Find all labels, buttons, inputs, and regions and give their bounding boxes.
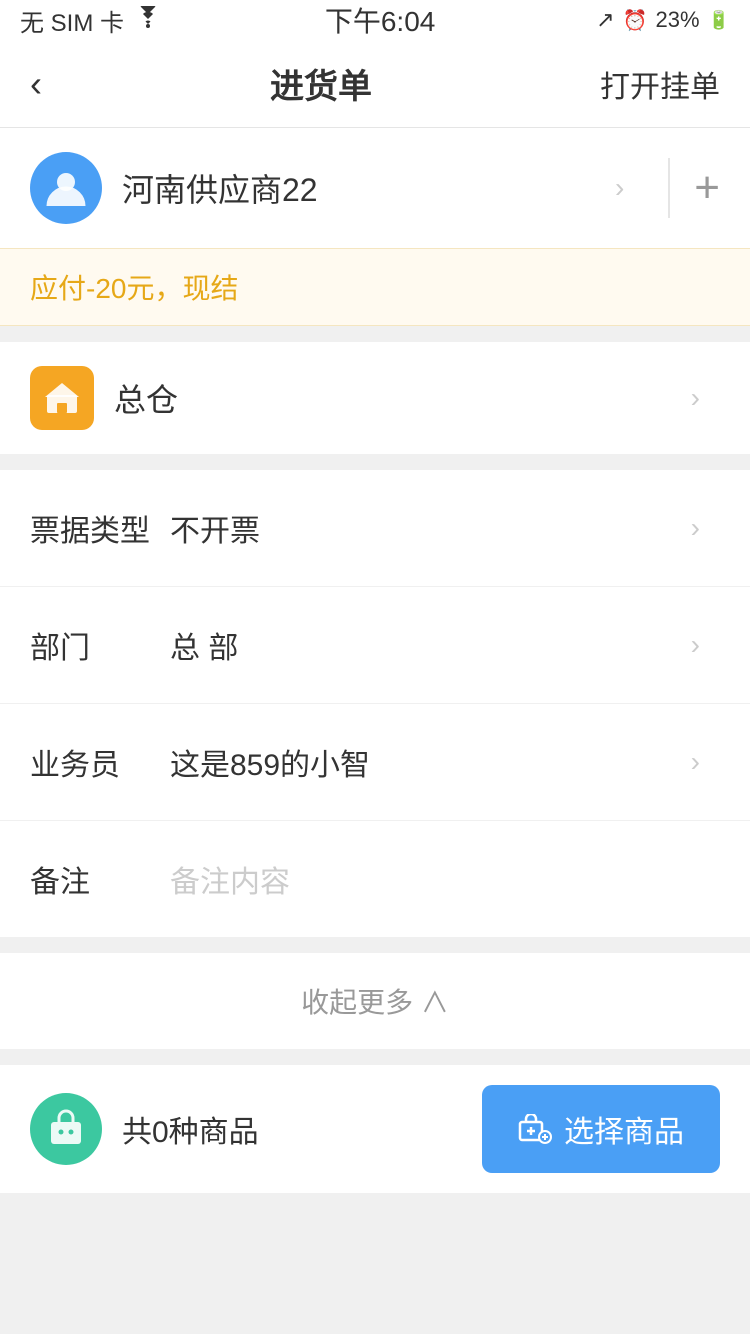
status-time: 下午6:04 bbox=[325, 0, 436, 40]
back-button[interactable]: ‹ bbox=[30, 63, 42, 105]
department-row[interactable]: 部门 总 部 › bbox=[0, 587, 750, 704]
battery-label: 23% bbox=[656, 7, 700, 33]
bottom-bar: 共0种商品 选择商品 bbox=[0, 1065, 750, 1193]
supplier-row[interactable]: 河南供应商22 › + bbox=[0, 128, 750, 248]
supplier-section: 河南供应商22 › + 应付-20元，现结 bbox=[0, 128, 750, 326]
invoice-type-row[interactable]: 票据类型 不开票 › bbox=[0, 470, 750, 587]
invoice-type-chevron-icon: › bbox=[691, 512, 700, 544]
warehouse-icon bbox=[30, 366, 94, 430]
add-supplier-button[interactable]: + bbox=[694, 166, 720, 210]
status-carrier: 无 SIM 卡 bbox=[20, 3, 164, 38]
supplier-avatar bbox=[30, 152, 102, 224]
status-bar: 无 SIM 卡 下午6:04 ↗ ⏰ 23% 🔋 bbox=[0, 0, 750, 40]
warehouse-chevron-icon: › bbox=[691, 382, 700, 414]
nav-bar: ‹ 进货单 打开挂单 bbox=[0, 40, 750, 128]
warehouse-section: 总仓 › bbox=[0, 342, 750, 454]
product-count-icon bbox=[30, 1093, 102, 1165]
invoice-type-label: 票据类型 bbox=[30, 506, 170, 550]
select-product-button[interactable]: 选择商品 bbox=[482, 1085, 720, 1173]
invoice-type-value: 不开票 bbox=[170, 506, 691, 550]
wifi-icon bbox=[132, 6, 164, 35]
department-chevron-icon: › bbox=[691, 629, 700, 661]
page-title: 进货单 bbox=[270, 59, 372, 108]
remark-label: 备注 bbox=[30, 857, 170, 901]
department-label: 部门 bbox=[30, 623, 170, 667]
form-section: 票据类型 不开票 › 部门 总 部 › 业务员 这是859的小智 › 备注 备注… bbox=[0, 470, 750, 937]
warehouse-row[interactable]: 总仓 › bbox=[0, 342, 750, 454]
product-count-label: 共0种商品 bbox=[122, 1107, 462, 1151]
location-icon: ↗ bbox=[596, 7, 614, 33]
department-value: 总 部 bbox=[170, 623, 691, 667]
divider bbox=[668, 158, 670, 218]
alarm-icon: ⏰ bbox=[623, 8, 648, 33]
warehouse-name: 总仓 bbox=[114, 375, 691, 421]
remark-input[interactable]: 备注内容 bbox=[170, 857, 720, 901]
salesperson-row[interactable]: 业务员 这是859的小智 › bbox=[0, 704, 750, 821]
collapse-button[interactable]: 收起更多 ∧ bbox=[0, 953, 750, 1049]
notice-banner: 应付-20元，现结 bbox=[0, 248, 750, 326]
supplier-chevron-icon: › bbox=[615, 172, 624, 204]
salesperson-label: 业务员 bbox=[30, 740, 170, 784]
status-right: ↗ ⏰ 23% 🔋 bbox=[596, 7, 730, 33]
remark-row[interactable]: 备注 备注内容 bbox=[0, 821, 750, 937]
open-pending-button[interactable]: 打开挂单 bbox=[600, 62, 720, 106]
supplier-name: 河南供应商22 bbox=[122, 165, 615, 211]
battery-icon: 🔋 bbox=[708, 10, 730, 31]
salesperson-chevron-icon: › bbox=[691, 746, 700, 778]
salesperson-value: 这是859的小智 bbox=[170, 740, 691, 784]
